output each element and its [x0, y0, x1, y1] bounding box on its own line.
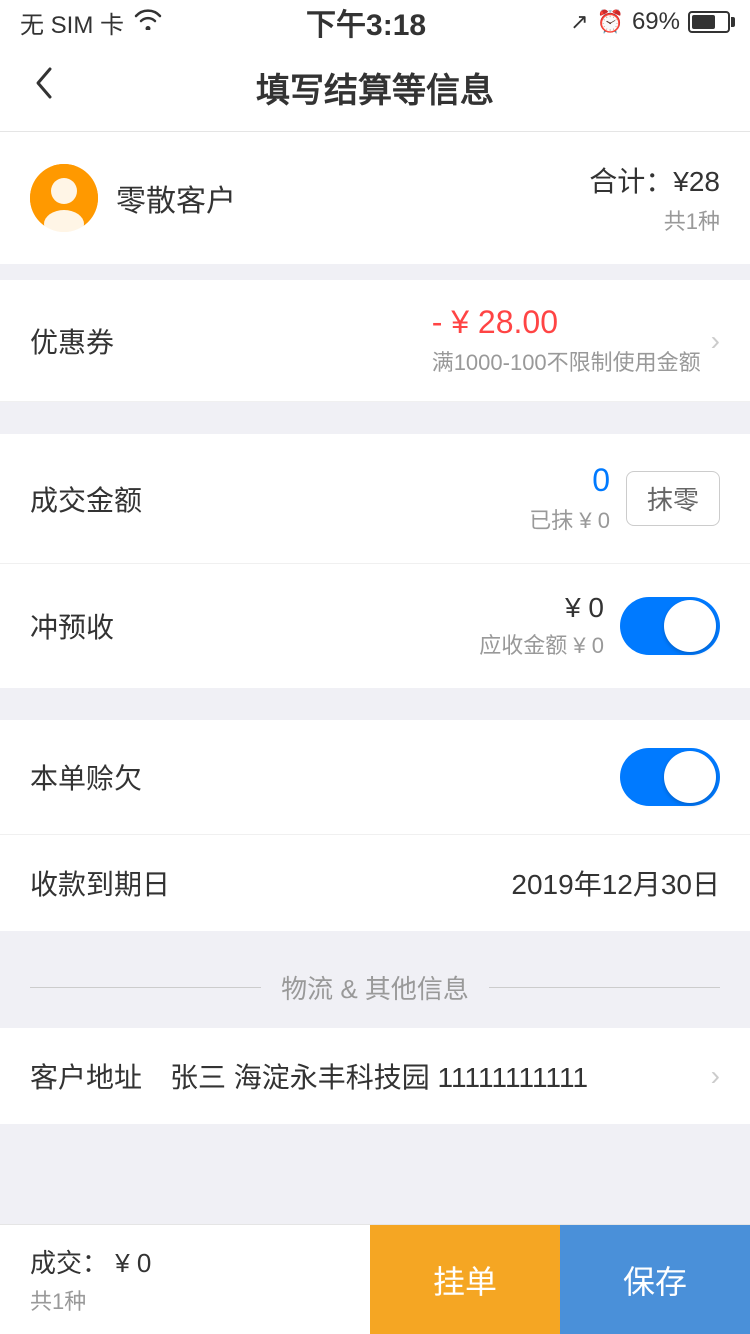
status-time: 下午3:18 [306, 0, 426, 44]
transaction-right: 0 已抹 ¥ 0 抹零 [529, 462, 720, 535]
logistics-line-right [489, 987, 720, 988]
coupon-amount: - ¥ 28.00 [432, 304, 701, 341]
address-chevron-icon: › [711, 1060, 720, 1092]
debt-row: 本单赊欠 [0, 720, 750, 835]
debt-toggle[interactable] [620, 748, 720, 806]
transaction-sub-text: 已抹 ¥ 0 [529, 503, 610, 535]
address-section[interactable]: 客户地址 张三 海淀永丰科技园 11111111111 › [0, 1028, 750, 1124]
logistics-header: 物流 & 其他信息 [0, 947, 750, 1028]
advance-row: 冲预收 ¥ 0 应收金额 ¥ 0 [0, 564, 750, 688]
save-button[interactable]: 保存 [560, 1225, 750, 1334]
transaction-section: 成交金额 0 已抹 ¥ 0 抹零 冲预收 ¥ 0 应收金额 ¥ 0 [0, 434, 750, 688]
transaction-value-group: 0 已抹 ¥ 0 [529, 462, 610, 535]
coupon-right: - ¥ 28.00 满1000-100不限制使用金额 › [432, 304, 720, 377]
bottom-info: 成交： ¥ 0 共1种 [0, 1225, 370, 1334]
total-amount: 合计：¥28 [589, 160, 720, 200]
coupon-desc: 满1000-100不限制使用金额 [432, 345, 701, 377]
advance-toggle[interactable] [620, 597, 720, 655]
address-label: 客户地址 [30, 1056, 150, 1096]
nav-bar: 填写结算等信息 [0, 44, 750, 132]
coupon-chevron-icon: › [711, 325, 720, 357]
status-right: ↗ ⏰ 69% [570, 8, 730, 36]
due-date-label: 收款到期日 [30, 863, 170, 903]
bottom-trade-value: ¥ 0 [115, 1248, 151, 1278]
hold-button[interactable]: 挂单 [370, 1225, 560, 1334]
address-value: 张三 海淀永丰科技园 11111111111 [150, 1056, 701, 1096]
customer-row: 零散客户 合计：¥28 共1种 [0, 132, 750, 264]
coupon-value-group: - ¥ 28.00 满1000-100不限制使用金额 [432, 304, 701, 377]
save-button-label: 保存 [623, 1257, 687, 1303]
coupon-label: 优惠券 [30, 321, 114, 361]
alarm-icon: ⏰ [597, 9, 624, 35]
transaction-row: 成交金额 0 已抹 ¥ 0 抹零 [0, 434, 750, 564]
battery-percent: 69% [632, 8, 680, 36]
customer-section: 零散客户 合计：¥28 共1种 [0, 132, 750, 264]
customer-name: 零散客户 [116, 176, 236, 220]
avatar [30, 164, 98, 232]
bottom-trade-label: 成交： [30, 1248, 108, 1278]
status-bar: 无 SIM 卡 下午3:18 ↗ ⏰ 69% [0, 0, 750, 44]
due-date-value: 2019年12月30日 [511, 863, 720, 903]
advance-right: ¥ 0 应收金额 ¥ 0 [479, 592, 720, 660]
total-count: 共1种 [589, 204, 720, 236]
section-divider-2 [0, 704, 750, 720]
transaction-amount-input[interactable]: 0 [550, 462, 610, 499]
battery-icon [688, 11, 730, 33]
debt-label: 本单赊欠 [30, 757, 142, 797]
logistics-line-left [30, 987, 261, 988]
address-row[interactable]: 客户地址 张三 海淀永丰科技园 11111111111 › [0, 1028, 750, 1124]
customer-right: 合计：¥28 共1种 [589, 160, 720, 236]
content: 零散客户 合计：¥28 共1种 优惠券 - ¥ 28.00 满1000-100不… [0, 132, 750, 1260]
logistics-label: 物流 & 其他信息 [261, 969, 489, 1006]
page-title: 填写结算等信息 [256, 63, 494, 112]
due-date-row: 收款到期日 2019年12月30日 [0, 835, 750, 931]
advance-sub-text: 应收金额 ¥ 0 [479, 628, 604, 660]
toggle-knob [664, 600, 716, 652]
section-divider-1 [0, 418, 750, 434]
bottom-trade: 成交： ¥ 0 [30, 1243, 370, 1280]
advance-amount: ¥ 0 [479, 592, 604, 624]
wifi-icon [134, 8, 162, 37]
coupon-section[interactable]: 优惠券 - ¥ 28.00 满1000-100不限制使用金额 › [0, 280, 750, 402]
debt-right [620, 748, 720, 806]
hold-button-label: 挂单 [433, 1257, 497, 1303]
debt-toggle-knob [664, 751, 716, 803]
advance-label: 冲预收 [30, 606, 114, 646]
coupon-row[interactable]: 优惠券 - ¥ 28.00 满1000-100不限制使用金额 › [0, 280, 750, 402]
back-button[interactable] [30, 61, 58, 114]
debt-section: 本单赊欠 收款到期日 2019年12月30日 [0, 720, 750, 931]
location-icon: ↗ [570, 9, 588, 35]
round-zero-button[interactable]: 抹零 [626, 471, 720, 526]
transaction-label: 成交金额 [30, 479, 142, 519]
bottom-bar: 成交： ¥ 0 共1种 挂单 保存 [0, 1224, 750, 1334]
carrier-text: 无 SIM 卡 [20, 5, 124, 40]
advance-value-group: ¥ 0 应收金额 ¥ 0 [479, 592, 604, 660]
status-left: 无 SIM 卡 [20, 5, 162, 40]
bottom-count: 共1种 [30, 1284, 370, 1316]
customer-left: 零散客户 [30, 164, 236, 232]
